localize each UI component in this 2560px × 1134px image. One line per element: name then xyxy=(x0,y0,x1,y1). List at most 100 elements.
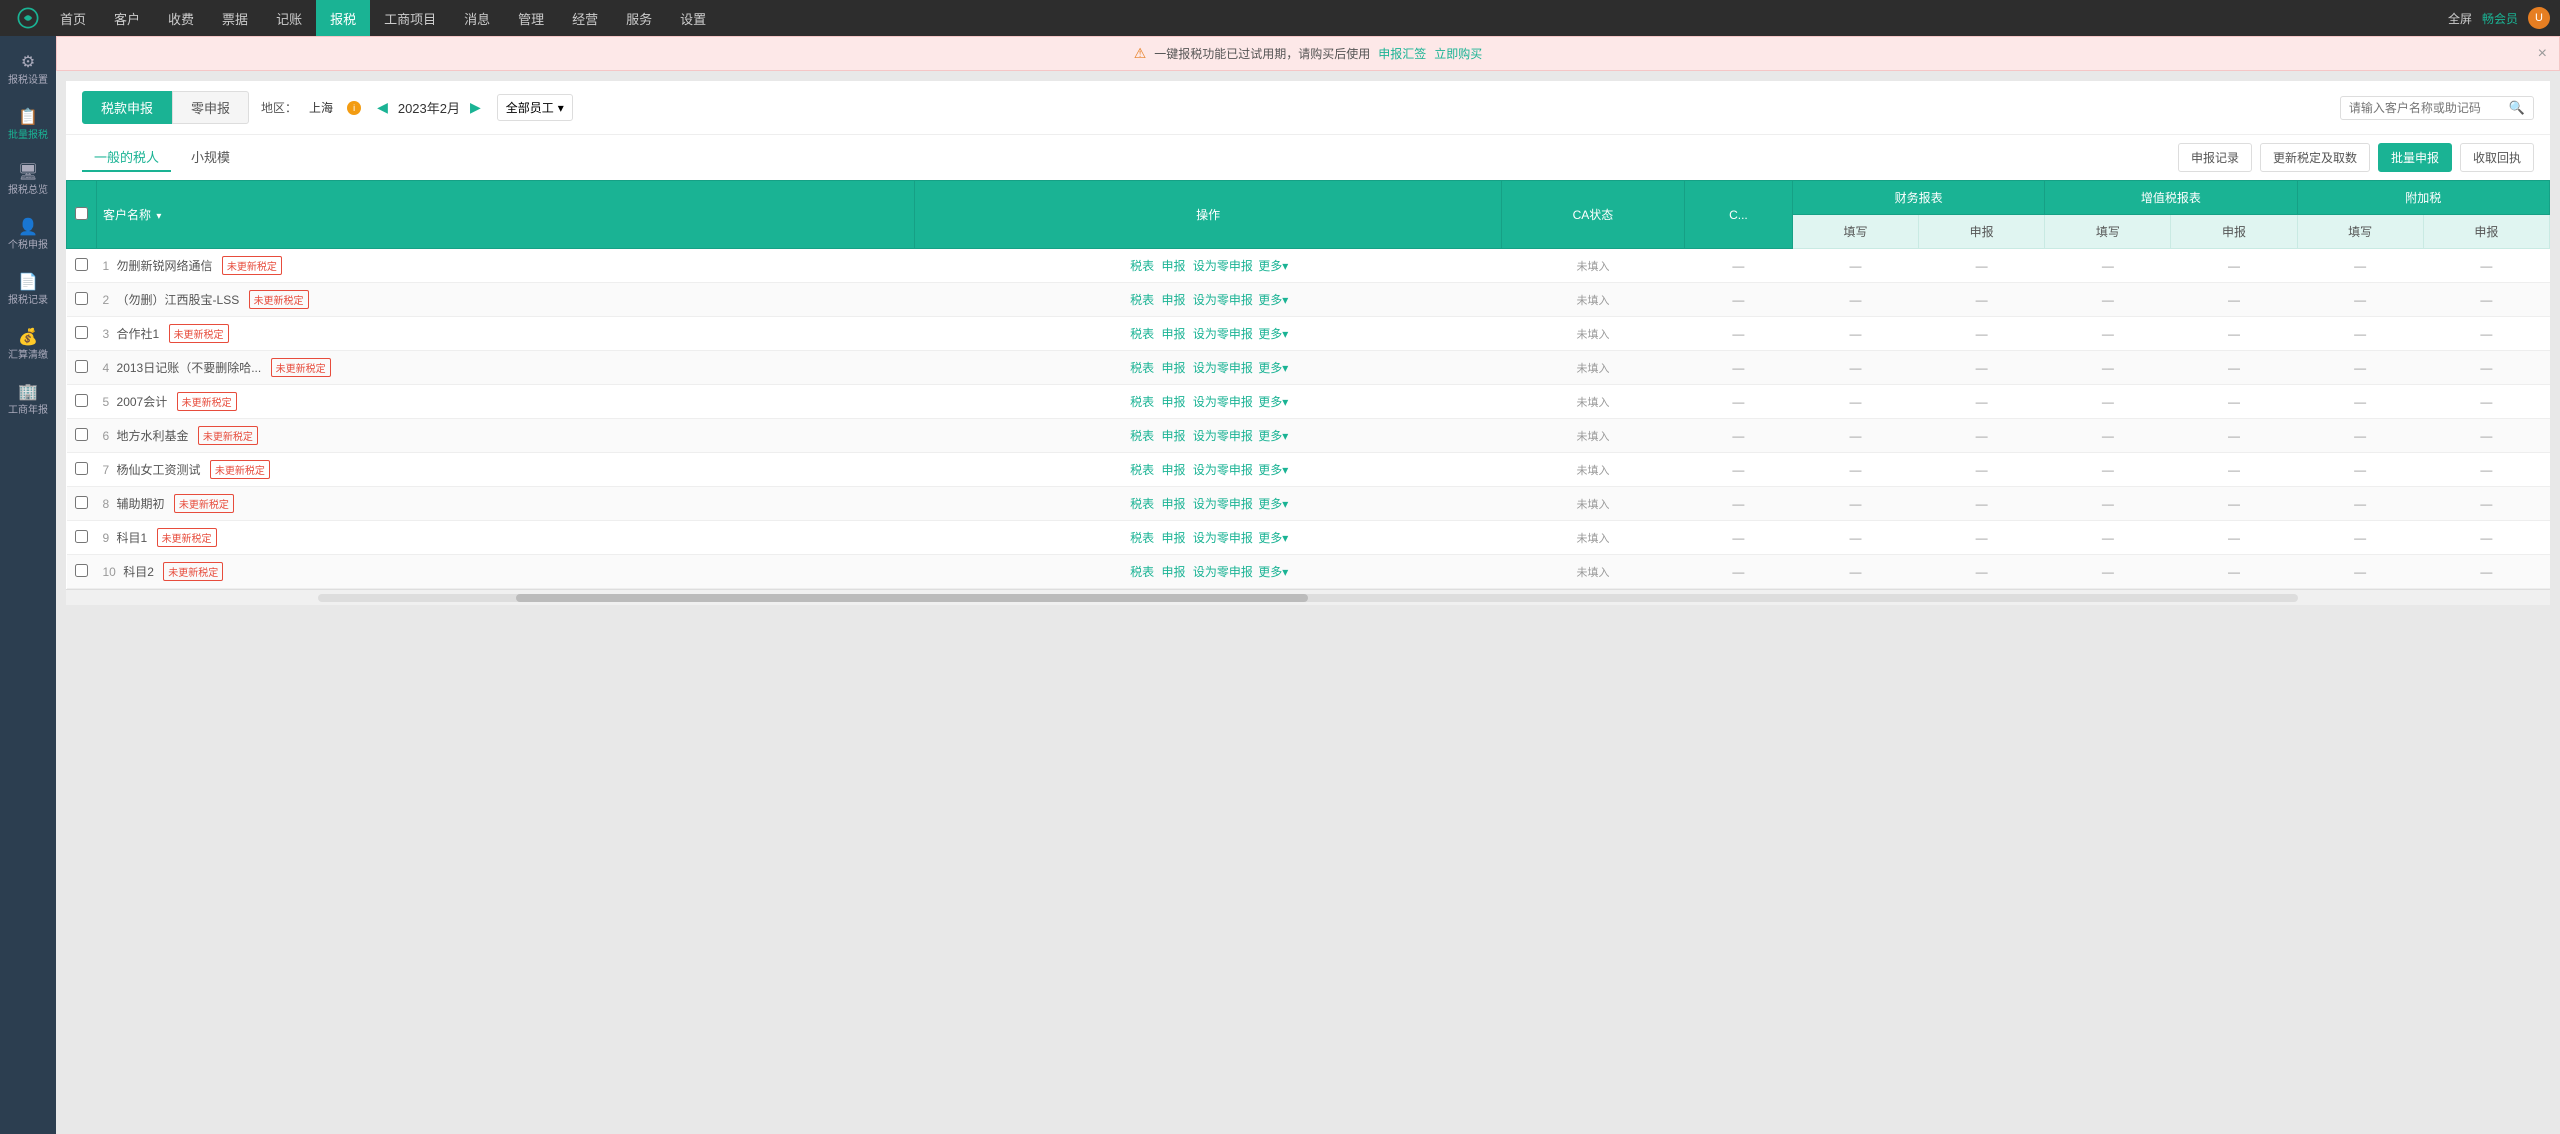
op-zero-link[interactable]: 设为零申报 xyxy=(1193,293,1253,307)
user-avatar[interactable]: U xyxy=(2528,7,2550,29)
row-checkbox-1[interactable] xyxy=(75,292,88,305)
tab-tax-declaration[interactable]: 税款申报 xyxy=(82,91,172,124)
table-row: 4 2013日记账（不要删除哈... 未更新税定 税表 申报 设为零申报 更多▾… xyxy=(67,351,2550,385)
status-badge: 未更新税定 xyxy=(177,392,237,411)
nav-invoice[interactable]: 票据 xyxy=(208,0,262,36)
op-report-link[interactable]: 申报 xyxy=(1161,259,1185,273)
row-add-fill: — xyxy=(2297,283,2423,317)
op-report-link[interactable]: 申报 xyxy=(1161,565,1185,579)
op-zero-link[interactable]: 设为零申报 xyxy=(1193,531,1253,545)
row-checkbox-6[interactable] xyxy=(75,462,88,475)
banner-close[interactable]: × xyxy=(2538,45,2547,63)
upgrade-btn[interactable]: 畅会员 xyxy=(2482,10,2518,27)
op-tax-link[interactable]: 税表 xyxy=(1130,293,1154,307)
fullscreen-btn[interactable]: 全屏 xyxy=(2448,10,2472,27)
op-zero-link[interactable]: 设为零申报 xyxy=(1193,259,1253,273)
nav-message[interactable]: 消息 xyxy=(450,0,504,36)
op-report-link[interactable]: 申报 xyxy=(1161,531,1185,545)
op-more-link[interactable]: 更多▾ xyxy=(1258,429,1288,443)
row-financial-fill: — xyxy=(1792,453,1918,487)
op-more-link[interactable]: 更多▾ xyxy=(1258,361,1288,375)
op-zero-link[interactable]: 设为零申报 xyxy=(1193,429,1253,443)
op-more-link[interactable]: 更多▾ xyxy=(1258,327,1288,341)
sidebar-item-settlement[interactable]: 💰 汇算清缴 xyxy=(2,319,54,370)
row-checkbox-2[interactable] xyxy=(75,326,88,339)
op-report-link[interactable]: 申报 xyxy=(1161,463,1185,477)
sidebar-item-personal-tax[interactable]: 👤 个税申报 xyxy=(2,209,54,260)
nav-manage[interactable]: 管理 xyxy=(504,0,558,36)
sidebar-item-tax-settings[interactable]: ⚙ 报税设置 xyxy=(2,44,54,95)
horizontal-scrollbar[interactable] xyxy=(66,589,2550,605)
op-zero-link[interactable]: 设为零申报 xyxy=(1193,395,1253,409)
sidebar-item-batch-tax[interactable]: 📋 批量报税 xyxy=(2,99,54,150)
employee-filter[interactable]: 全部员工 ▾ xyxy=(497,94,573,121)
op-tax-link[interactable]: 税表 xyxy=(1130,497,1154,511)
sidebar-item-annual-report[interactable]: 🏢 工商年报 xyxy=(2,374,54,425)
op-tax-link[interactable]: 税表 xyxy=(1130,395,1154,409)
record-btn[interactable]: 申报记录 xyxy=(2178,143,2252,172)
row-checkbox-3[interactable] xyxy=(75,360,88,373)
op-zero-link[interactable]: 设为零申报 xyxy=(1193,327,1253,341)
type-tab-general[interactable]: 一般的税人 xyxy=(82,143,171,172)
op-tax-link[interactable]: 税表 xyxy=(1130,259,1154,273)
row-checkbox-0[interactable] xyxy=(75,258,88,271)
op-more-link[interactable]: 更多▾ xyxy=(1258,259,1288,273)
search-icon[interactable]: 🔍 xyxy=(2509,100,2525,116)
nav-account[interactable]: 记账 xyxy=(262,0,316,36)
nav-tax[interactable]: 报税 xyxy=(316,0,370,36)
date-navigator: ◀ 2023年2月 ▶ xyxy=(373,97,485,118)
op-tax-link[interactable]: 税表 xyxy=(1130,531,1154,545)
retrieve-btn[interactable]: 收取回执 xyxy=(2460,143,2534,172)
row-checkbox-5[interactable] xyxy=(75,428,88,441)
nav-operation[interactable]: 经营 xyxy=(558,0,612,36)
next-month-btn[interactable]: ▶ xyxy=(466,97,485,118)
col-tax-report: 申报 xyxy=(2171,215,2297,249)
op-report-link[interactable]: 申报 xyxy=(1161,327,1185,341)
op-more-link[interactable]: 更多▾ xyxy=(1258,565,1288,579)
op-more-link[interactable]: 更多▾ xyxy=(1258,293,1288,307)
row-checkbox-4[interactable] xyxy=(75,394,88,407)
op-zero-link[interactable]: 设为零申报 xyxy=(1193,497,1253,511)
row-checkbox-8[interactable] xyxy=(75,530,88,543)
sidebar-item-overview[interactable]: 🖥 报税总览 xyxy=(2,154,54,205)
op-more-link[interactable]: 更多▾ xyxy=(1258,497,1288,511)
batch-report-btn[interactable]: 批量申报 xyxy=(2378,143,2452,172)
row-index: 3 xyxy=(103,327,110,341)
op-report-link[interactable]: 申报 xyxy=(1161,293,1185,307)
nav-business[interactable]: 工商项目 xyxy=(370,0,450,36)
op-tax-link[interactable]: 税表 xyxy=(1130,463,1154,477)
op-more-link[interactable]: 更多▾ xyxy=(1258,531,1288,545)
update-tax-btn[interactable]: 更新税定及取数 xyxy=(2260,143,2370,172)
row-financial-report: — xyxy=(1919,453,2045,487)
op-report-link[interactable]: 申报 xyxy=(1161,429,1185,443)
tab-zero-declaration[interactable]: 零申报 xyxy=(172,91,249,124)
sidebar-item-tax-record[interactable]: 📄 报税记录 xyxy=(2,264,54,315)
nav-service[interactable]: 服务 xyxy=(612,0,666,36)
op-zero-link[interactable]: 设为零申报 xyxy=(1193,463,1253,477)
select-all-checkbox[interactable] xyxy=(75,207,88,220)
banner-link-buy[interactable]: 立即购买 xyxy=(1434,45,1482,62)
op-tax-link[interactable]: 税表 xyxy=(1130,361,1154,375)
nav-fee[interactable]: 收费 xyxy=(154,0,208,36)
row-checkbox-9[interactable] xyxy=(75,564,88,577)
type-tab-small[interactable]: 小规模 xyxy=(179,143,242,172)
op-report-link[interactable]: 申报 xyxy=(1161,361,1185,375)
op-tax-link[interactable]: 税表 xyxy=(1130,565,1154,579)
op-report-link[interactable]: 申报 xyxy=(1161,395,1185,409)
row-ca-check: — xyxy=(1684,555,1792,589)
banner-link-report[interactable]: 申报汇签 xyxy=(1378,45,1426,62)
op-zero-link[interactable]: 设为零申报 xyxy=(1193,565,1253,579)
op-tax-link[interactable]: 税表 xyxy=(1130,327,1154,341)
op-report-link[interactable]: 申报 xyxy=(1161,497,1185,511)
op-tax-link[interactable]: 税表 xyxy=(1130,429,1154,443)
nav-client[interactable]: 客户 xyxy=(100,0,154,36)
nav-settings[interactable]: 设置 xyxy=(666,0,720,36)
row-checkbox-7[interactable] xyxy=(75,496,88,509)
op-more-link[interactable]: 更多▾ xyxy=(1258,395,1288,409)
nav-home[interactable]: 首页 xyxy=(46,0,100,36)
search-input[interactable] xyxy=(2349,101,2509,115)
row-ca-check: — xyxy=(1684,453,1792,487)
op-more-link[interactable]: 更多▾ xyxy=(1258,463,1288,477)
prev-month-btn[interactable]: ◀ xyxy=(373,97,392,118)
op-zero-link[interactable]: 设为零申报 xyxy=(1193,361,1253,375)
